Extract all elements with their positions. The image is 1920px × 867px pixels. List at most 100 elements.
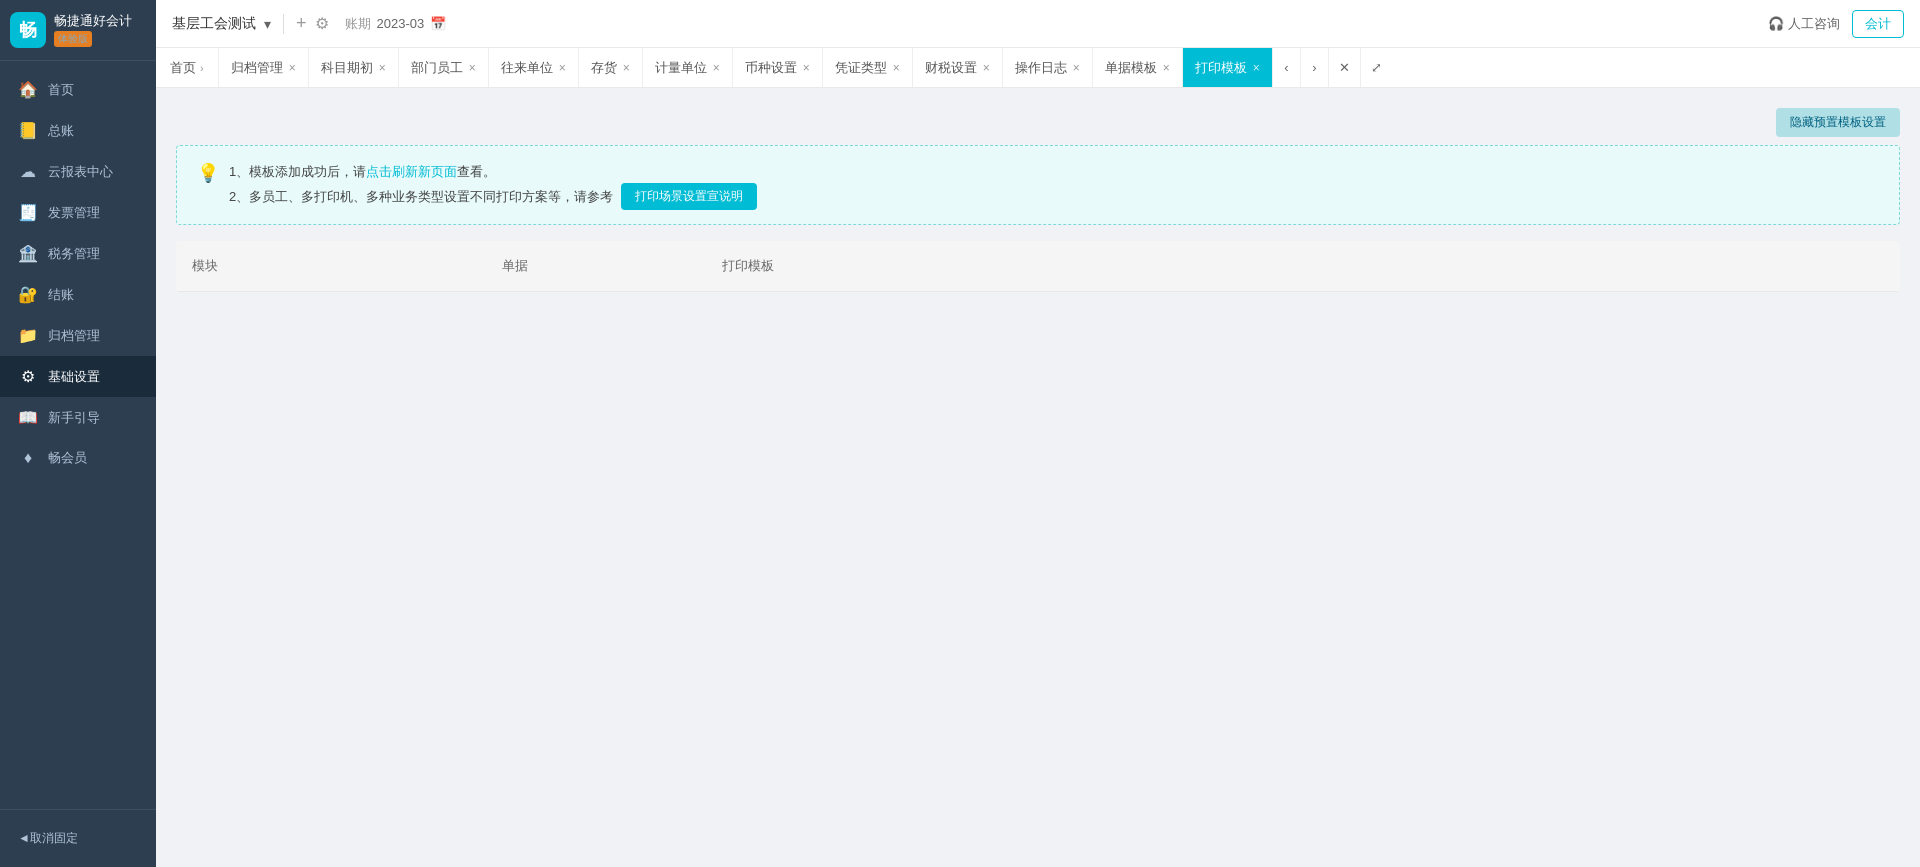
help-button[interactable]: 🎧 人工咨询	[1768, 15, 1840, 33]
sidebar-item-guide[interactable]: 📖 新手引导	[0, 397, 156, 438]
notice-content: 1、模板添加成功后，请点击刷新新页面查看。 2、多员工、多打印机、多种业务类型设…	[229, 160, 757, 210]
tab-close-icon[interactable]: ×	[983, 61, 990, 75]
tab-label: 科目期初	[321, 59, 373, 77]
sidebar-item-settings[interactable]: ⚙ 基础设置	[0, 356, 156, 397]
tab-expand-button[interactable]: ⤢	[1361, 48, 1393, 88]
home-icon: 🏠	[18, 80, 38, 99]
global-settings-button[interactable]: ⚙	[315, 14, 329, 33]
ledger-icon: 📒	[18, 121, 38, 140]
notice-box: 💡 1、模板添加成功后，请点击刷新新页面查看。 2、多员工、多打印机、多种业务类…	[176, 145, 1900, 225]
sidebar-item-label: 首页	[48, 81, 74, 99]
notice-line1-suffix: 查看。	[457, 164, 496, 179]
company-selector[interactable]: 基层工会测试 ▾	[172, 15, 271, 33]
tab-close-icon[interactable]: ×	[289, 61, 296, 75]
tax-icon: 🏦	[18, 244, 38, 263]
tab-label: 凭证类型	[835, 59, 887, 77]
tab-currency[interactable]: 币种设置 ×	[733, 48, 823, 88]
print-scene-button[interactable]: 打印场景设置宣说明	[621, 183, 757, 210]
sidebar-item-invoice[interactable]: 🧾 发票管理	[0, 192, 156, 233]
period-label: 账期	[345, 15, 371, 33]
hide-template-button[interactable]: 隐藏预置模板设置	[1776, 108, 1900, 137]
tab-units[interactable]: 计量单位 ×	[643, 48, 733, 88]
tab-close-icon[interactable]: ×	[893, 61, 900, 75]
tab-operation-log[interactable]: 操作日志 ×	[1003, 48, 1093, 88]
table-col-receipt: 单据	[486, 251, 706, 281]
tab-home[interactable]: 首页 ›	[156, 48, 219, 88]
sidebar-item-label: 归档管理	[48, 327, 100, 345]
headset-icon: 🎧	[1768, 16, 1784, 31]
logo-icon: 畅	[10, 12, 46, 48]
tab-customers[interactable]: 往来单位 ×	[489, 48, 579, 88]
unpin-label: ◄取消固定	[18, 830, 78, 847]
sidebar-item-member[interactable]: ♦ 畅会员	[0, 438, 156, 478]
app-name: 畅捷通好会计	[54, 13, 132, 30]
sidebar-item-archive[interactable]: 📁 归档管理	[0, 315, 156, 356]
tab-home-arrow: ›	[200, 62, 204, 74]
notice-line2: 2、多员工、多打印机、多种业务类型设置不同打印方案等，请参考 打印场景设置宣说明	[229, 183, 757, 210]
tab-tax-settings[interactable]: 财税设置 ×	[913, 48, 1003, 88]
invoice-icon: 🧾	[18, 203, 38, 222]
tab-voucher-type[interactable]: 凭证类型 ×	[823, 48, 913, 88]
notice-refresh-link[interactable]: 点击刷新新页面	[366, 164, 457, 179]
reports-icon: ☁	[18, 162, 38, 181]
tabbar: 首页 › 归档管理 × 科目期初 × 部门员工 × 往来单位 × 存货 × 计量…	[156, 48, 1920, 88]
tab-label: 存货	[591, 59, 617, 77]
sidebar-item-label: 税务管理	[48, 245, 100, 263]
notice-line1-prefix: 1、模板添加成功后，请	[229, 164, 366, 179]
company-dropdown-icon[interactable]: ▾	[264, 16, 271, 32]
calendar-icon[interactable]: 📅	[430, 16, 446, 31]
sidebar-footer: ◄取消固定	[0, 809, 156, 867]
tab-subject-init[interactable]: 科目期初 ×	[309, 48, 399, 88]
add-tab-button[interactable]: +	[296, 13, 307, 34]
guide-icon: 📖	[18, 408, 38, 427]
topbar: 基层工会测试 ▾ + ⚙ 账期 2023-03 📅 🎧 人工咨询 会计	[156, 0, 1920, 48]
sidebar-nav: 🏠 首页 📒 总账 ☁ 云报表中心 🧾 发票管理 🏦 税务管理 🔐 结账 📁 归…	[0, 61, 156, 809]
sidebar-item-reports[interactable]: ☁ 云报表中心	[0, 151, 156, 192]
tab-label: 币种设置	[745, 59, 797, 77]
tab-next-button[interactable]: ›	[1301, 48, 1329, 88]
tab-close-icon[interactable]: ×	[1073, 61, 1080, 75]
tab-close-icon[interactable]: ×	[623, 61, 630, 75]
tab-inventory[interactable]: 存货 ×	[579, 48, 643, 88]
unpin-button[interactable]: ◄取消固定	[0, 822, 156, 855]
tab-close-icon[interactable]: ×	[713, 61, 720, 75]
account-label: 会计	[1865, 16, 1891, 31]
tab-close-icon[interactable]: ×	[379, 61, 386, 75]
table-col-template: 打印模板	[706, 251, 1900, 281]
app-logo: 畅 畅捷通好会计 体验版	[0, 0, 156, 61]
notice-line2-prefix: 2、多员工、多打印机、多种业务类型设置不同打印方案等，请参考	[229, 185, 613, 208]
tab-label: 打印模板	[1195, 59, 1247, 77]
tab-close-icon[interactable]: ×	[469, 61, 476, 75]
tab-archive[interactable]: 归档管理 ×	[219, 48, 309, 88]
archive-icon: 📁	[18, 326, 38, 345]
notice-icon: 💡	[197, 162, 219, 184]
tab-department[interactable]: 部门员工 ×	[399, 48, 489, 88]
tab-label: 往来单位	[501, 59, 553, 77]
tab-print-template[interactable]: 打印模板 ×	[1183, 48, 1273, 88]
sidebar-item-label: 云报表中心	[48, 163, 113, 181]
sidebar-item-label: 结账	[48, 286, 74, 304]
sidebar-item-closing[interactable]: 🔐 结账	[0, 274, 156, 315]
tab-close-icon[interactable]: ×	[559, 61, 566, 75]
topbar-right: 🎧 人工咨询 会计	[1768, 10, 1904, 38]
tab-prev-button[interactable]: ‹	[1273, 48, 1301, 88]
sidebar-item-tax[interactable]: 🏦 税务管理	[0, 233, 156, 274]
tab-close-icon[interactable]: ×	[1163, 61, 1170, 75]
sidebar-item-ledger[interactable]: 📒 总账	[0, 110, 156, 151]
main-area: 基层工会测试 ▾ + ⚙ 账期 2023-03 📅 🎧 人工咨询 会计 首页 ›	[156, 0, 1920, 867]
tab-label: 部门员工	[411, 59, 463, 77]
tab-close-all-button[interactable]: ✕	[1329, 48, 1361, 88]
tab-label: 计量单位	[655, 59, 707, 77]
company-name: 基层工会测试	[172, 15, 256, 33]
tab-close-icon[interactable]: ×	[1253, 61, 1260, 75]
sidebar-item-home[interactable]: 🏠 首页	[0, 69, 156, 110]
app-sub: 体验版	[54, 31, 92, 47]
tab-label: 财税设置	[925, 59, 977, 77]
account-button[interactable]: 会计	[1852, 10, 1904, 38]
tab-close-icon[interactable]: ×	[803, 61, 810, 75]
tab-receipt-template[interactable]: 单据模板 ×	[1093, 48, 1183, 88]
page-content: 隐藏预置模板设置 💡 1、模板添加成功后，请点击刷新新页面查看。 2、多员工、多…	[156, 88, 1920, 867]
tab-label: 操作日志	[1015, 59, 1067, 77]
member-icon: ♦	[18, 449, 38, 467]
table-col-module: 模块	[176, 251, 486, 281]
